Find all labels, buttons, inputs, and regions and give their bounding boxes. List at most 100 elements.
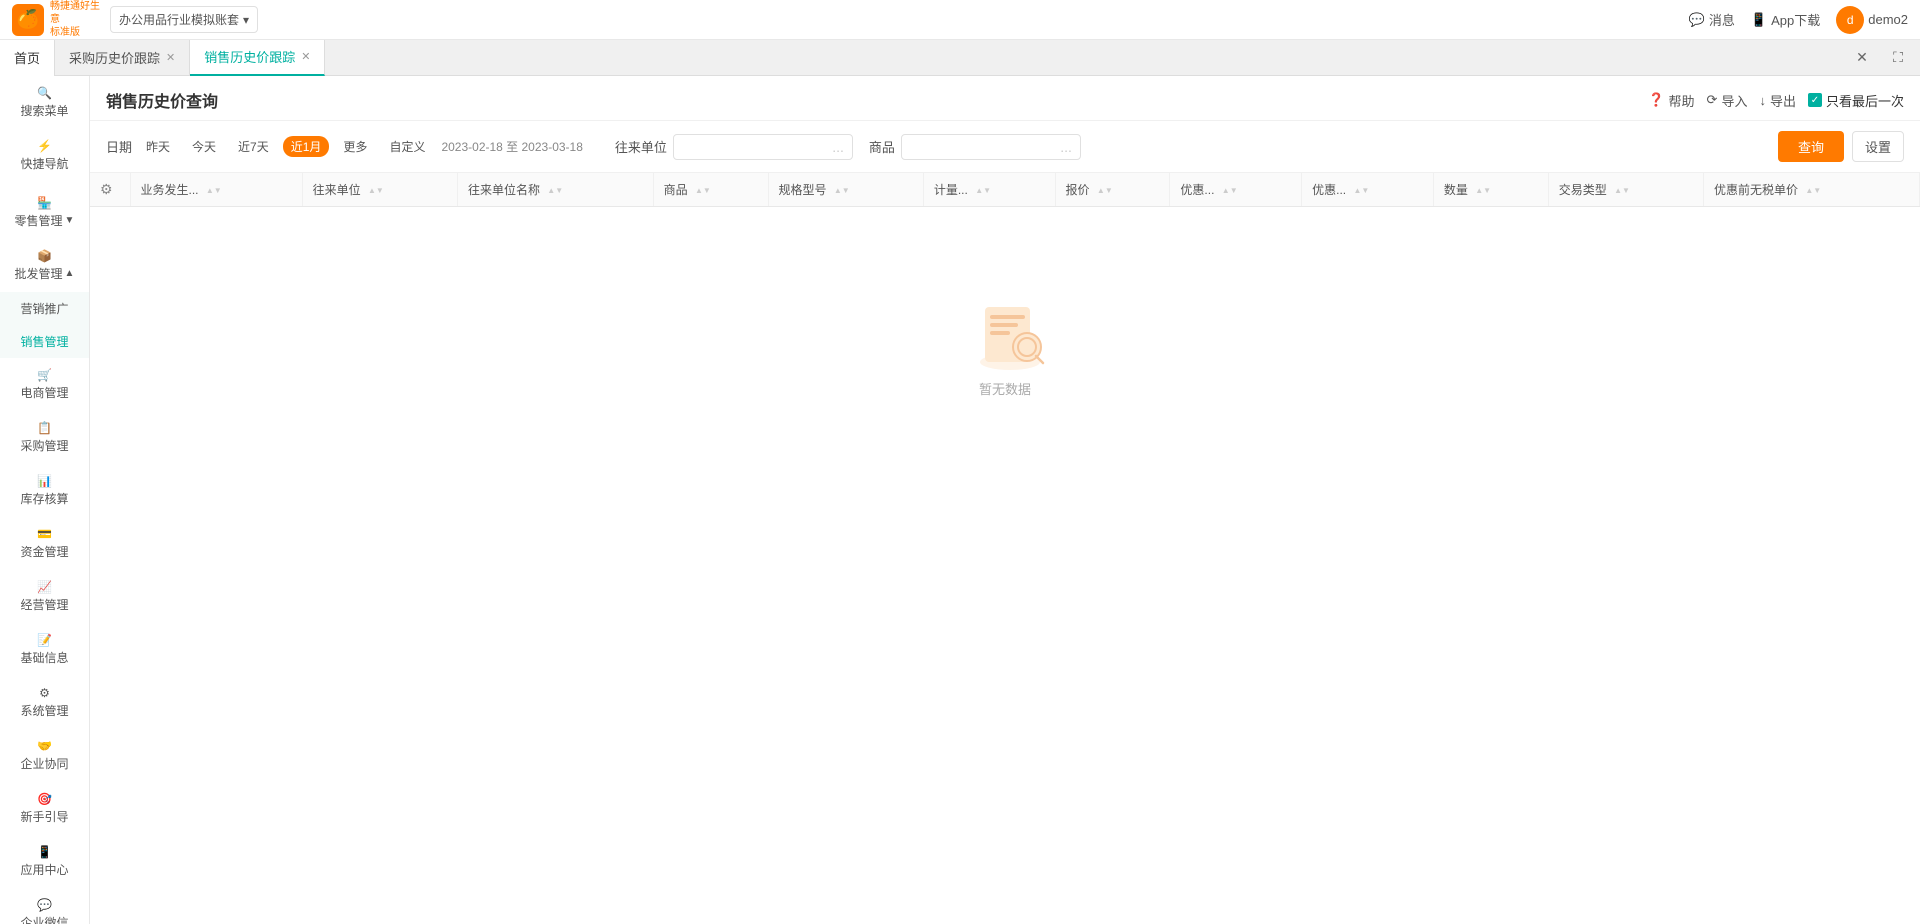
sidebar-corp-wechat-label: 企业微信	[20, 914, 68, 924]
sidebar-system-label: 系统管理	[20, 702, 68, 719]
th-quantity[interactable]: 数量 ▲▼	[1433, 173, 1548, 207]
sidebar-item-search[interactable]: 🔍 搜索菜单	[0, 76, 89, 129]
sidebar-wholesale-group: 营销推广 销售管理	[0, 292, 89, 358]
ecommerce-icon: 🛒	[37, 368, 52, 382]
sidebar-item-retail[interactable]: 🏪 零售管理 ▼	[0, 186, 89, 239]
tab-close-window[interactable]: ✕	[1848, 44, 1876, 72]
sidebar-item-quick-nav[interactable]: ⚡ 快捷导航	[0, 129, 89, 182]
product-filter-group: 商品 ...	[869, 134, 1081, 160]
date-btn-last1m[interactable]: 近1月	[283, 136, 330, 157]
sort-arrows-spec: ▲▼	[834, 186, 850, 195]
retail-icon: 🏪	[37, 196, 52, 210]
tab-sales-history[interactable]: 销售历史价跟踪 ✕	[190, 40, 325, 76]
date-btn-more[interactable]: 更多	[335, 136, 375, 157]
sort-arrows-trade-type: ▲▼	[1614, 186, 1630, 195]
system-icon: ⚙	[39, 686, 50, 700]
th-product-label: 商品	[664, 183, 688, 197]
th-discount2[interactable]: 优惠... ▲▼	[1302, 173, 1434, 207]
setting-button[interactable]: 设置	[1852, 131, 1904, 162]
tab-purchase-history[interactable]: 采购历史价跟踪 ✕	[55, 40, 190, 76]
help-icon: ❓	[1648, 92, 1664, 108]
th-setting[interactable]: ⚙	[90, 173, 130, 207]
date-btn-last7[interactable]: 近7天	[230, 136, 277, 157]
date-btn-yesterday[interactable]: 昨天	[138, 136, 178, 157]
th-discount2-label: 优惠...	[1312, 183, 1346, 197]
th-product[interactable]: 商品 ▲▼	[653, 173, 768, 207]
message-label: 消息	[1709, 10, 1735, 29]
date-label: 日期	[106, 137, 132, 156]
th-pretax-price[interactable]: 优惠前无税单价 ▲▼	[1704, 173, 1920, 207]
sidebar-inventory-label: 库存核算	[20, 490, 68, 507]
customer-input[interactable]: ...	[673, 134, 853, 160]
tab-purchase-close[interactable]: ✕	[166, 51, 175, 64]
th-trade-type[interactable]: 交易类型 ▲▼	[1548, 173, 1703, 207]
date-btn-today[interactable]: 今天	[184, 136, 224, 157]
sidebar-item-sales-mgmt[interactable]: 销售管理	[0, 325, 89, 358]
main-layout: 🔍 搜索菜单 ⚡ 快捷导航 🏪 零售管理 ▼ 📦 批发管理 ▲ 营销推广	[0, 76, 1920, 924]
sidebar-item-cooperation[interactable]: 🤝 企业协同	[0, 729, 89, 782]
basic-info-icon: 📝	[37, 633, 52, 647]
th-biz-date[interactable]: 业务发生... ▲▼	[130, 173, 302, 207]
filter-bar: 日期 昨天 今天 近7天 近1月 更多 自定义 2023-02-18 至 202…	[90, 121, 1920, 173]
import-btn[interactable]: ⟳ 导入	[1707, 91, 1748, 110]
inventory-icon: 📊	[37, 474, 52, 488]
tab-actions: ✕ ⛶	[1848, 44, 1920, 72]
export-btn[interactable]: ↓ 导出	[1759, 91, 1796, 110]
th-biz-date-label: 业务发生...	[141, 183, 199, 197]
th-quantity-label: 数量	[1444, 183, 1468, 197]
sidebar-item-corp-wechat[interactable]: 💬 企业微信	[0, 888, 89, 924]
sidebar-item-marketing[interactable]: 营销推广	[0, 292, 89, 325]
sidebar-wholesale-label: 批发管理 ▲	[15, 265, 75, 282]
sidebar-item-purchase[interactable]: 📋 采购管理	[0, 411, 89, 464]
help-btn[interactable]: ❓ 帮助	[1648, 91, 1694, 110]
chevron-down-icon: ▼	[65, 215, 75, 226]
th-quote[interactable]: 报价 ▲▼	[1055, 173, 1170, 207]
sidebar-item-ecommerce[interactable]: 🛒 电商管理	[0, 358, 89, 411]
logo-area: 🍊 畅捷通好生意 标准版	[12, 0, 102, 39]
app-selector[interactable]: 办公用品行业模拟账套 ▾	[110, 6, 258, 33]
gear-icon: ⚙	[100, 181, 113, 197]
sidebar-item-finance[interactable]: 💳 资金管理	[0, 517, 89, 570]
sidebar-item-app-center[interactable]: 📱 应用中心	[0, 835, 89, 888]
user-profile[interactable]: d demo2	[1836, 6, 1908, 34]
th-partner-name[interactable]: 往来单位名称 ▲▼	[457, 173, 653, 207]
sidebar-item-newbie[interactable]: 🎯 新手引导	[0, 782, 89, 835]
empty-illustration	[965, 287, 1045, 367]
sort-arrows-pretax-price: ▲▼	[1805, 186, 1821, 195]
th-spec[interactable]: 规格型号 ▲▼	[768, 173, 923, 207]
app-download-btn[interactable]: 📱 App下载	[1751, 10, 1820, 29]
sidebar-item-operations[interactable]: 📈 经营管理	[0, 570, 89, 623]
page-title: 销售历史价查询	[106, 88, 218, 112]
th-discount1[interactable]: 优惠... ▲▼	[1170, 173, 1302, 207]
sidebar-item-inventory[interactable]: 📊 库存核算	[0, 464, 89, 517]
sidebar-app-center-label: 应用中心	[20, 861, 68, 878]
tab-sales-close[interactable]: ✕	[301, 50, 310, 63]
th-discount1-label: 优惠...	[1180, 183, 1214, 197]
sidebar-purchase-label: 采购管理	[20, 437, 68, 454]
message-btn[interactable]: 💬 消息	[1689, 10, 1735, 29]
th-partner-code[interactable]: 往来单位 ▲▼	[302, 173, 457, 207]
product-input[interactable]: ...	[901, 134, 1081, 160]
sidebar-item-system[interactable]: ⚙ 系统管理	[0, 676, 89, 729]
tab-home-label: 首页	[14, 48, 40, 67]
sidebar-newbie-label: 新手引导	[20, 808, 68, 825]
date-btn-custom[interactable]: 自定义	[381, 136, 433, 157]
sidebar-item-wholesale[interactable]: 📦 批发管理 ▲	[0, 239, 89, 292]
operations-icon: 📈	[37, 580, 52, 594]
sidebar-item-basic-info[interactable]: 📝 基础信息	[0, 623, 89, 676]
avatar: d	[1836, 6, 1864, 34]
sort-arrows-discount2: ▲▼	[1354, 186, 1370, 195]
query-button[interactable]: 查询	[1778, 131, 1844, 162]
th-unit[interactable]: 计量... ▲▼	[923, 173, 1055, 207]
app-center-icon: 📱	[37, 845, 52, 859]
wholesale-icon: 📦	[37, 249, 52, 263]
app-download-label: App下载	[1771, 10, 1820, 29]
import-icon: ⟳	[1707, 92, 1718, 108]
tab-maximize[interactable]: ⛶	[1884, 44, 1912, 72]
sort-arrows-quote: ▲▼	[1097, 186, 1113, 195]
th-trade-type-label: 交易类型	[1559, 183, 1607, 197]
sidebar-retail-label: 零售管理 ▼	[15, 212, 75, 229]
tab-home[interactable]: 首页	[0, 40, 55, 76]
only-last-checkbox-wrapper[interactable]: ✓ 只看最后一次	[1808, 91, 1904, 110]
table-header-row: ⚙ 业务发生... ▲▼ 往来单位 ▲▼ 往来单位名称 ▲▼	[90, 173, 1920, 207]
